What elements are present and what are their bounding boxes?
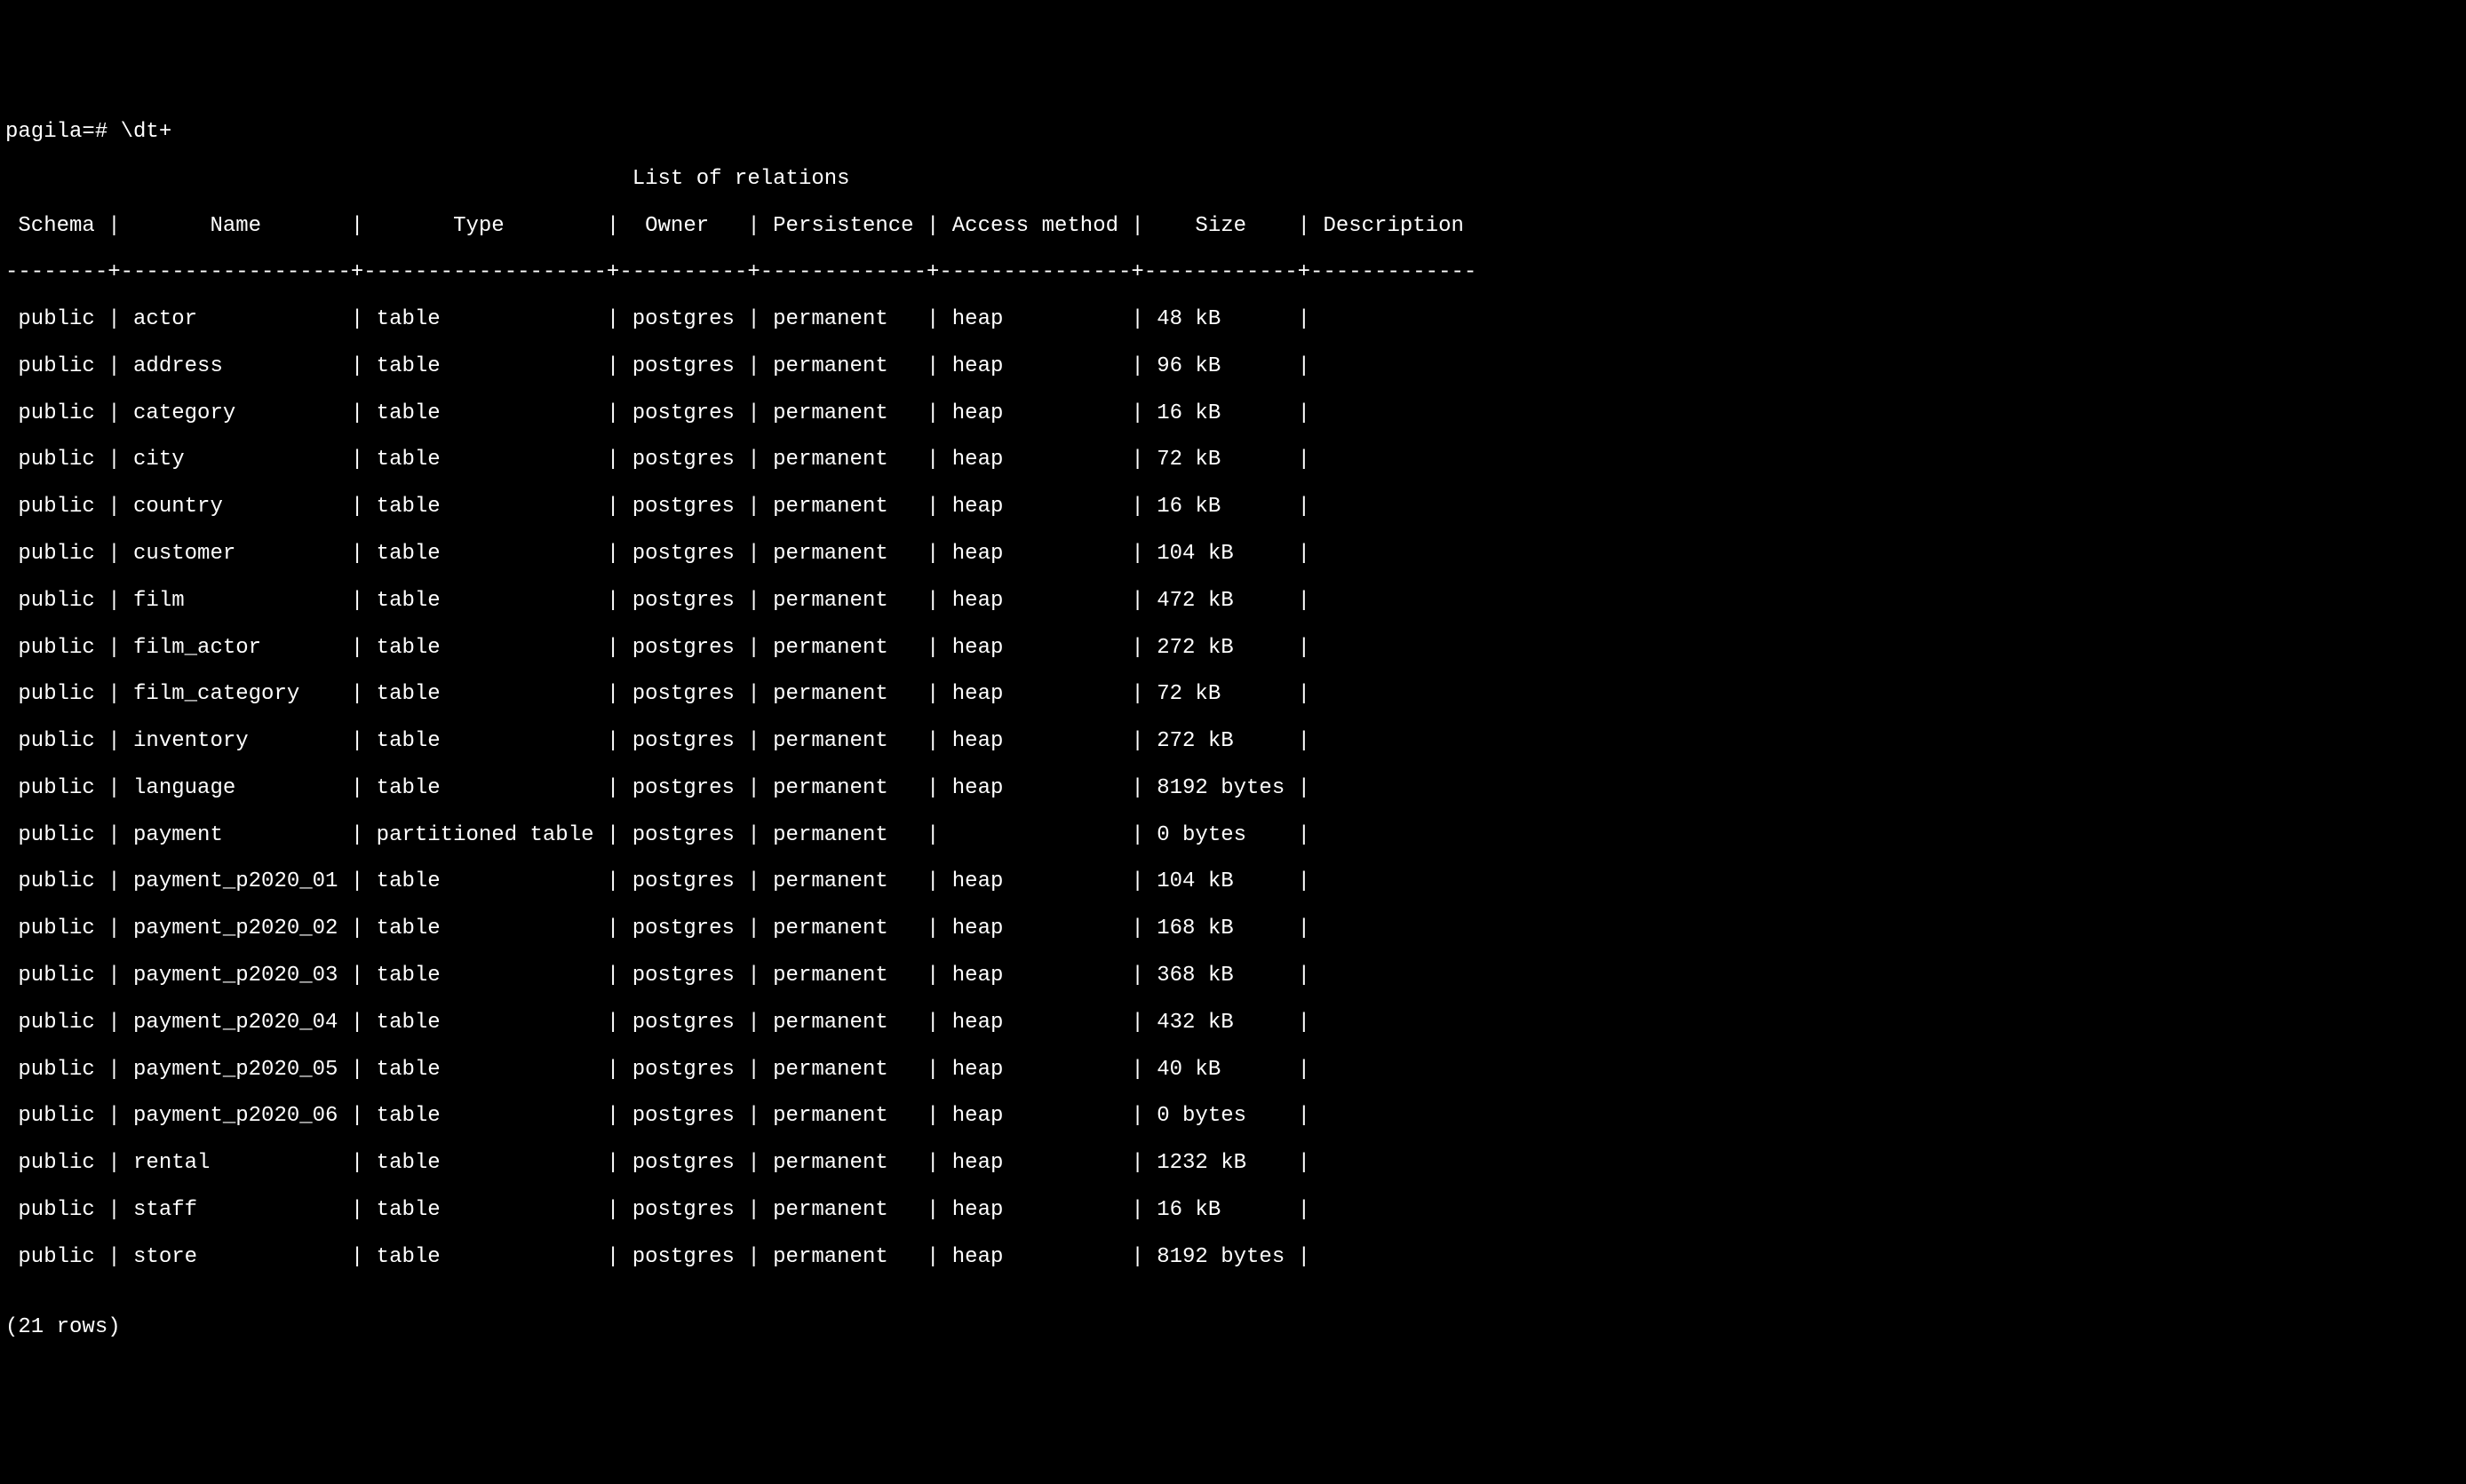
title-line: List of relations	[5, 168, 2461, 191]
psql-terminal[interactable]: pagila=# \dt+ List of relations Schema |…	[5, 98, 2461, 1363]
table-row: public | film | table | postgres | perma…	[5, 590, 2461, 613]
table-body: public | actor | table | postgres | perm…	[5, 308, 2461, 1292]
table-row: public | payment_p2020_03 | table | post…	[5, 964, 2461, 988]
table-row: public | city | table | postgres | perma…	[5, 448, 2461, 472]
table-row: public | address | table | postgres | pe…	[5, 355, 2461, 378]
table-row: public | staff | table | postgres | perm…	[5, 1199, 2461, 1222]
header-line: Schema | Name | Type | Owner | Persisten…	[5, 215, 2461, 238]
table-row: public | category | table | postgres | p…	[5, 402, 2461, 425]
table-row: public | film_actor | table | postgres |…	[5, 637, 2461, 660]
table-row: public | payment_p2020_06 | table | post…	[5, 1105, 2461, 1128]
prompt-line[interactable]: pagila=# \dt+	[5, 121, 2461, 144]
table-row: public | customer | table | postgres | p…	[5, 543, 2461, 566]
prompt: pagila=#	[5, 120, 121, 144]
table-row: public | language | table | postgres | p…	[5, 777, 2461, 800]
separator-line: --------+------------------+------------…	[5, 261, 2461, 284]
table-row: public | payment_p2020_04 | table | post…	[5, 1012, 2461, 1035]
table-row: public | store | table | postgres | perm…	[5, 1246, 2461, 1269]
table-row: public | inventory | table | postgres | …	[5, 730, 2461, 753]
table-row: public | actor | table | postgres | perm…	[5, 308, 2461, 331]
table-row: public | payment_p2020_02 | table | post…	[5, 917, 2461, 940]
table-row: public | rental | table | postgres | per…	[5, 1152, 2461, 1175]
table-row: public | payment | partitioned table | p…	[5, 824, 2461, 847]
table-row: public | film_category | table | postgre…	[5, 683, 2461, 706]
table-row: public | country | table | postgres | pe…	[5, 496, 2461, 519]
footer-line: (21 rows)	[5, 1316, 2461, 1339]
command: \dt+	[121, 120, 172, 144]
table-row: public | payment_p2020_01 | table | post…	[5, 870, 2461, 893]
